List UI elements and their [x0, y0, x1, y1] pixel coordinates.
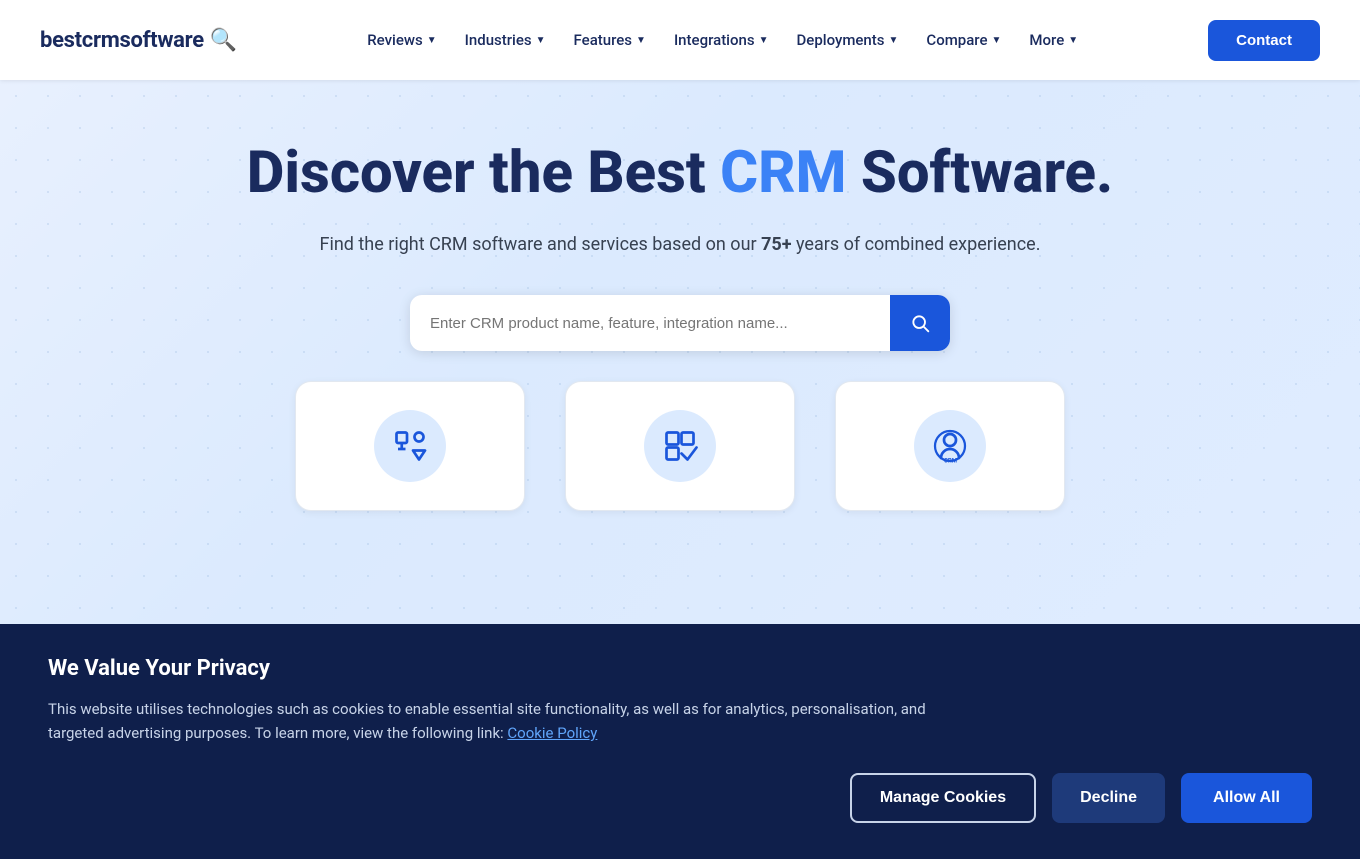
card-icon-bg: CRM	[914, 410, 986, 482]
crm-icon: CRM	[932, 428, 968, 464]
search-icon	[910, 313, 930, 333]
hero-title: Discover the Best CRM Software.	[247, 140, 1113, 207]
hero-content: Discover the Best CRM Software. Find the…	[247, 140, 1113, 351]
chevron-down-icon: ▼	[1068, 35, 1078, 46]
chevron-down-icon: ▼	[536, 35, 546, 46]
navbar: bestcrmsoftware 🔍 Reviews ▼ Industries ▼…	[0, 0, 1360, 80]
card-integrations[interactable]	[295, 381, 525, 511]
cookie-text: This website utilises technologies such …	[48, 697, 948, 745]
cookie-title: We Value Your Privacy	[48, 656, 1312, 681]
chevron-down-icon: ▼	[759, 35, 769, 46]
nav-item-industries[interactable]: Industries ▼	[453, 23, 558, 57]
nav-item-compare[interactable]: Compare ▼	[914, 23, 1013, 57]
nav-item-reviews[interactable]: Reviews ▼	[355, 23, 448, 57]
logo-text: bestcrmsoftware	[40, 28, 204, 53]
search-bar	[410, 295, 950, 351]
manage-cookies-button[interactable]: Manage Cookies	[850, 773, 1036, 823]
chevron-down-icon: ▼	[636, 35, 646, 46]
cookie-buttons: Manage Cookies Decline Allow All	[48, 773, 1312, 823]
chevron-down-icon: ▼	[427, 35, 437, 46]
svg-text:CRM: CRM	[944, 458, 957, 465]
cookie-policy-link[interactable]: Cookie Policy	[507, 724, 597, 742]
cookie-banner: We Value Your Privacy This website utili…	[0, 624, 1360, 859]
contact-button[interactable]: Contact	[1208, 20, 1320, 61]
card-icon-bg	[644, 410, 716, 482]
chevron-down-icon: ▼	[992, 35, 1002, 46]
allow-all-button[interactable]: Allow All	[1181, 773, 1312, 823]
integrations-icon	[392, 428, 428, 464]
search-input[interactable]	[410, 297, 890, 350]
nav-item-deployments[interactable]: Deployments ▼	[785, 23, 911, 57]
nav-item-features[interactable]: Features ▼	[562, 23, 658, 57]
logo-search-icon: 🔍	[210, 28, 237, 53]
nav-links: Reviews ▼ Industries ▼ Features ▼ Integr…	[355, 23, 1090, 57]
feature-cards: CRM	[255, 351, 1105, 511]
nav-item-integrations[interactable]: Integrations ▼	[662, 23, 781, 57]
chevron-down-icon: ▼	[889, 35, 899, 46]
card-icon-bg	[374, 410, 446, 482]
features-icon	[662, 428, 698, 464]
hero-section: Discover the Best CRM Software. Find the…	[0, 80, 1360, 639]
nav-item-more[interactable]: More ▼	[1017, 23, 1090, 57]
hero-subtitle: Find the right CRM software and services…	[247, 231, 1113, 260]
card-crm[interactable]: CRM	[835, 381, 1065, 511]
decline-button[interactable]: Decline	[1052, 773, 1165, 823]
site-logo[interactable]: bestcrmsoftware 🔍	[40, 28, 237, 53]
search-button[interactable]	[890, 295, 950, 351]
card-features[interactable]	[565, 381, 795, 511]
